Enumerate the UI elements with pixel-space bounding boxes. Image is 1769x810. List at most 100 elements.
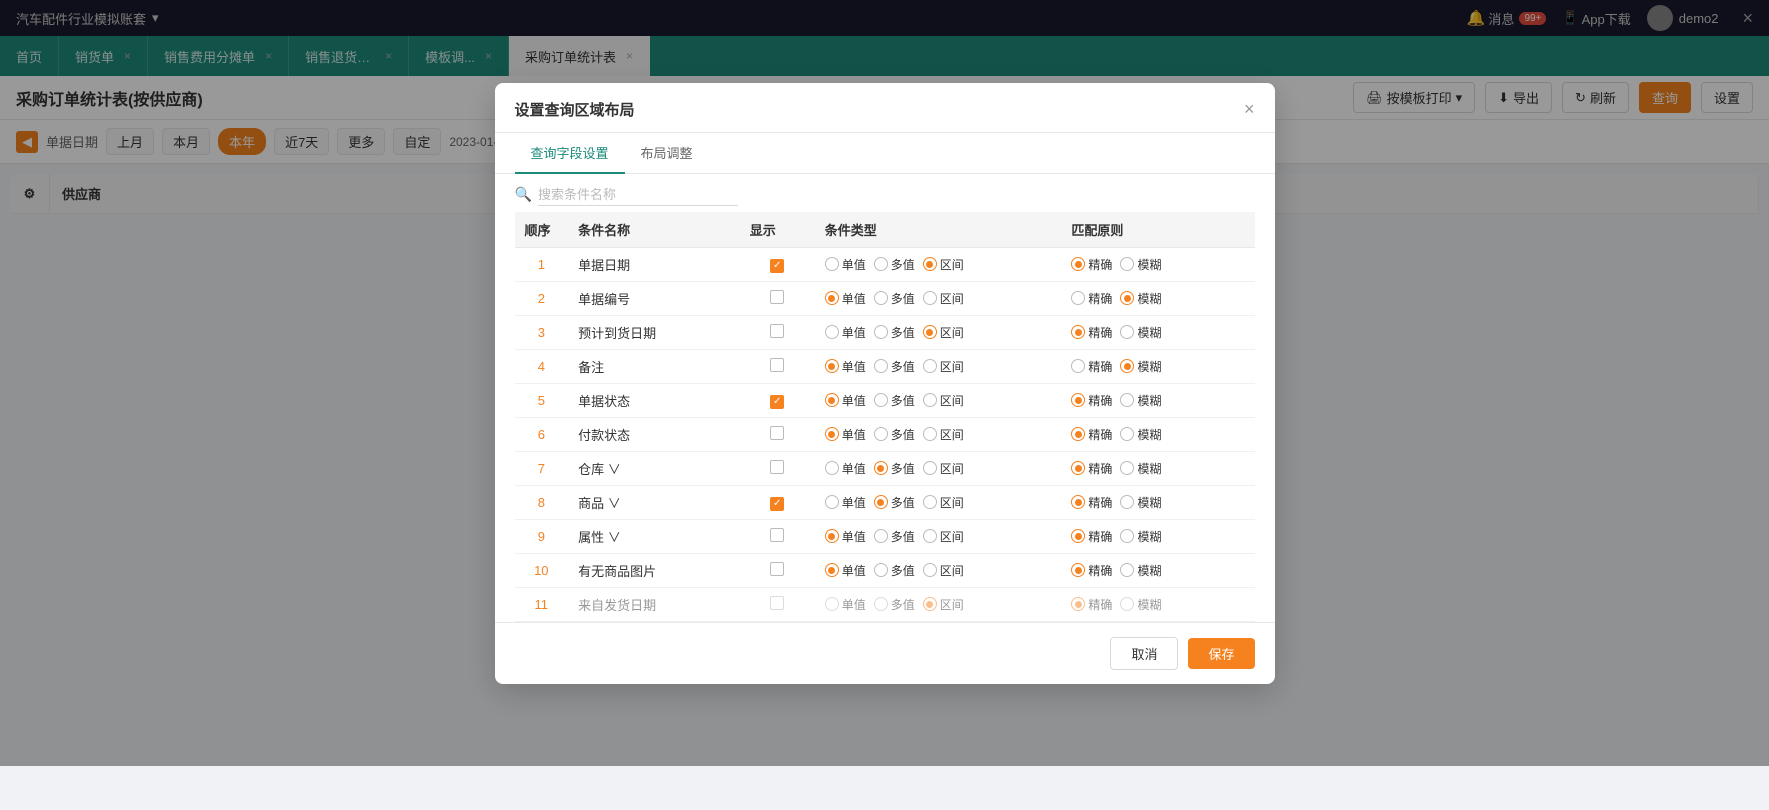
type-radio-type_multi[interactable]: 多值 — [874, 596, 915, 613]
cancel-button[interactable]: 取消 — [1110, 637, 1178, 670]
row-display-checkbox[interactable] — [740, 587, 815, 621]
match-radio-match_exact[interactable]: 精确 — [1071, 392, 1112, 409]
dialog-table-wrap: 顺序 条件名称 显示 条件类型 匹配原则 1单据日期单值多值区间精确模糊2单据编… — [495, 212, 1275, 622]
type-radio-type_single[interactable]: 单值 — [825, 324, 866, 341]
display-checkbox-box[interactable] — [770, 324, 784, 338]
match-radio-match_fuzzy[interactable]: 模糊 — [1120, 494, 1161, 511]
row-display-checkbox[interactable] — [740, 451, 815, 485]
type-radio-type_multi[interactable]: 多值 — [874, 426, 915, 443]
row-display-checkbox[interactable] — [740, 247, 815, 281]
save-button[interactable]: 保存 — [1188, 638, 1254, 669]
search-input[interactable] — [538, 184, 738, 206]
type-radio-type_range[interactable]: 区间 — [923, 460, 964, 477]
display-checkbox-box[interactable] — [770, 596, 784, 610]
type-radio-type_multi[interactable]: 多值 — [874, 528, 915, 545]
type-radio-type_single[interactable]: 单值 — [825, 392, 866, 409]
match-radio-match_exact[interactable]: 精确 — [1071, 256, 1112, 273]
display-checkbox-box[interactable] — [770, 497, 784, 511]
type-radio-type_range[interactable]: 区间 — [923, 392, 964, 409]
match-radio-match_fuzzy[interactable]: 模糊 — [1120, 324, 1161, 341]
radio-circle — [923, 597, 937, 611]
radio-circle — [1120, 529, 1134, 543]
row-display-checkbox[interactable] — [740, 485, 815, 519]
type-radio-type_range[interactable]: 区间 — [923, 562, 964, 579]
row-display-checkbox[interactable] — [740, 281, 815, 315]
radio-circle — [923, 563, 937, 577]
type-radio-type_range[interactable]: 区间 — [923, 596, 964, 613]
display-checkbox-box[interactable] — [770, 460, 784, 474]
row-display-checkbox[interactable] — [740, 519, 815, 553]
match-radio-match_exact[interactable]: 精确 — [1071, 358, 1112, 375]
type-radio-type_range[interactable]: 区间 — [923, 256, 964, 273]
match-radio-match_exact[interactable]: 精确 — [1071, 596, 1112, 613]
row-display-checkbox[interactable] — [740, 315, 815, 349]
display-checkbox-box[interactable] — [770, 259, 784, 273]
display-checkbox-box[interactable] — [770, 395, 784, 409]
type-radio-type_range[interactable]: 区间 — [923, 290, 964, 307]
row-display-checkbox[interactable] — [740, 349, 815, 383]
type-radio-type_single[interactable]: 单值 — [825, 460, 866, 477]
match-radio-match_fuzzy[interactable]: 模糊 — [1120, 290, 1161, 307]
display-checkbox-box[interactable] — [770, 528, 784, 542]
dialog-close-btn[interactable]: × — [1244, 100, 1255, 118]
display-checkbox-box[interactable] — [770, 426, 784, 440]
match-radio-match_exact[interactable]: 精确 — [1071, 324, 1112, 341]
row-display-checkbox[interactable] — [740, 383, 815, 417]
type-radio-type_multi[interactable]: 多值 — [874, 494, 915, 511]
match-radio-match_fuzzy[interactable]: 模糊 — [1120, 358, 1161, 375]
match-radio-match_exact[interactable]: 精确 — [1071, 426, 1112, 443]
match-radio-match_fuzzy[interactable]: 模糊 — [1120, 528, 1161, 545]
match-radio-match_fuzzy[interactable]: 模糊 — [1120, 392, 1161, 409]
type-radio-type_range[interactable]: 区间 — [923, 324, 964, 341]
type-radio-type_range[interactable]: 区间 — [923, 494, 964, 511]
display-checkbox-box[interactable] — [770, 562, 784, 576]
type-radio-type_single[interactable]: 单值 — [825, 494, 866, 511]
type-radio-type_multi[interactable]: 多值 — [874, 324, 915, 341]
type-radio-type_multi[interactable]: 多值 — [874, 290, 915, 307]
type-radio-type_multi[interactable]: 多值 — [874, 256, 915, 273]
type-radio-type_multi[interactable]: 多值 — [874, 562, 915, 579]
dialog-search-area: 🔍 — [495, 174, 1275, 212]
type-radio-type_range[interactable]: 区间 — [923, 426, 964, 443]
display-checkbox-box[interactable] — [770, 290, 784, 304]
radio-circle — [825, 529, 839, 543]
match-radio-match_exact[interactable]: 精确 — [1071, 528, 1112, 545]
type-radio-type_range[interactable]: 区间 — [923, 358, 964, 375]
type-radio-type_single[interactable]: 单值 — [825, 528, 866, 545]
match-radio-match_fuzzy[interactable]: 模糊 — [1120, 596, 1161, 613]
radio-circle — [923, 529, 937, 543]
match-radio-match_fuzzy[interactable]: 模糊 — [1120, 256, 1161, 273]
type-radio-type_multi[interactable]: 多值 — [874, 358, 915, 375]
type-radio-type_single[interactable]: 单值 — [825, 562, 866, 579]
match-radio-match_fuzzy[interactable]: 模糊 — [1120, 426, 1161, 443]
row-display-checkbox[interactable] — [740, 417, 815, 451]
tab-layout[interactable]: 布局调整 — [625, 133, 709, 174]
type-radio-type_single[interactable]: 单值 — [825, 256, 866, 273]
row-type-radios: 单值多值区间 — [815, 349, 1062, 383]
row-display-checkbox[interactable] — [740, 553, 815, 587]
type-radio-type_multi[interactable]: 多值 — [874, 392, 915, 409]
row-type-radios: 单值多值区间 — [815, 417, 1062, 451]
radio-circle — [923, 325, 937, 339]
type-radio-type_single[interactable]: 单值 — [825, 596, 866, 613]
table-row: 9属性 ∨单值多值区间精确模糊 — [515, 519, 1255, 553]
row-condition-name: 单据日期 — [568, 247, 740, 281]
type-radio-type_single[interactable]: 单值 — [825, 358, 866, 375]
row-type-radios: 单值多值区间 — [815, 315, 1062, 349]
type-radio-type_range[interactable]: 区间 — [923, 528, 964, 545]
type-radio-type_single[interactable]: 单值 — [825, 290, 866, 307]
tab-query-fields[interactable]: 查询字段设置 — [515, 133, 625, 174]
match-radio-match_exact[interactable]: 精确 — [1071, 494, 1112, 511]
radio-circle — [1120, 393, 1134, 407]
display-checkbox-box[interactable] — [770, 358, 784, 372]
match-radio-match_exact[interactable]: 精确 — [1071, 290, 1112, 307]
match-radio-match_exact[interactable]: 精确 — [1071, 562, 1112, 579]
row-order: 6 — [515, 417, 569, 451]
radio-circle — [1071, 359, 1085, 373]
match-radio-match_fuzzy[interactable]: 模糊 — [1120, 562, 1161, 579]
match-radio-match_fuzzy[interactable]: 模糊 — [1120, 460, 1161, 477]
type-radio-type_single[interactable]: 单值 — [825, 426, 866, 443]
type-radio-type_multi[interactable]: 多值 — [874, 460, 915, 477]
match-radio-match_exact[interactable]: 精确 — [1071, 460, 1112, 477]
row-match-radios: 精确模糊 — [1061, 383, 1254, 417]
